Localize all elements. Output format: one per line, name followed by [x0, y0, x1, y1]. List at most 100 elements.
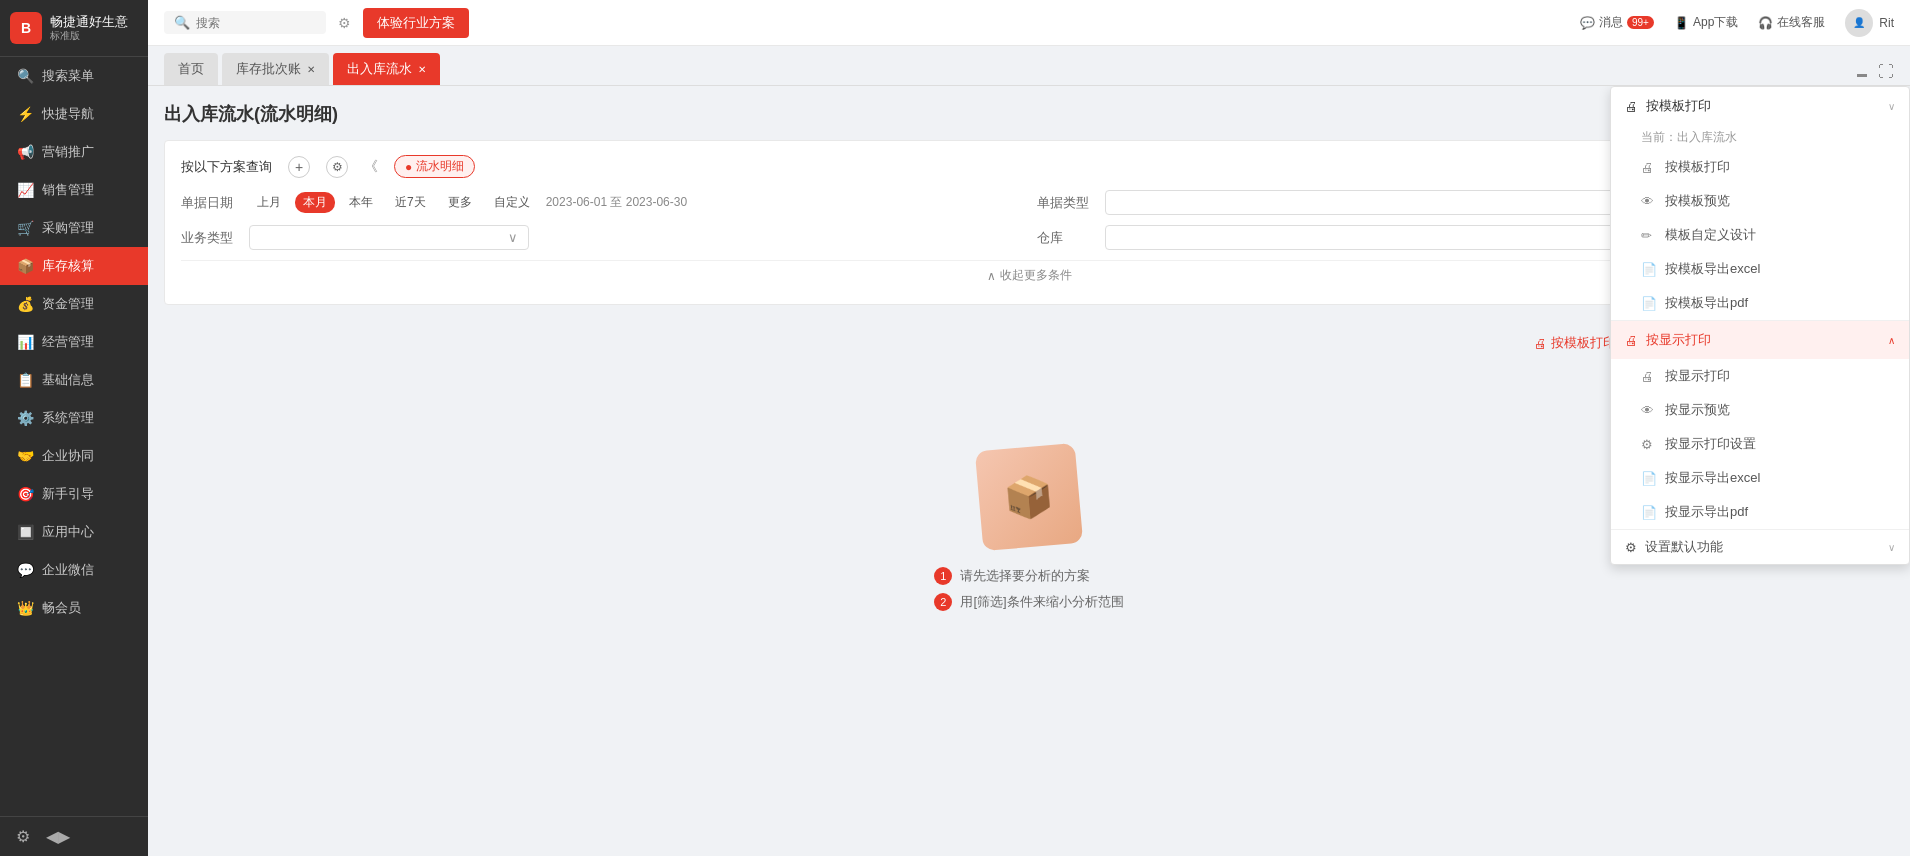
sidebar-item-collab[interactable]: 🤝 企业协同 — [0, 437, 148, 475]
inventory-icon: 📦 — [16, 258, 34, 274]
basic-icon: 📋 — [16, 372, 34, 388]
search-input[interactable] — [196, 16, 316, 30]
display-preview-icon: 👁 — [1641, 403, 1657, 418]
filter-label: 按以下方案查询 — [181, 158, 272, 176]
filter-add-btn[interactable]: + — [288, 156, 310, 178]
message-btn[interactable]: 💬 消息 99+ — [1580, 14, 1654, 31]
sidebar-item-system[interactable]: ⚙️ 系统管理 — [0, 399, 148, 437]
app-download-btn[interactable]: 📱 App下载 — [1674, 14, 1738, 31]
empty-steps: 1 请先选择要分析的方案 2 用[筛选]条件来缩小分析范围 — [934, 567, 1123, 619]
doc-type-label: 单据类型 — [1037, 194, 1097, 212]
close-tab-flow[interactable]: ✕ — [418, 64, 426, 75]
date-btn-custom[interactable]: 自定义 — [486, 192, 538, 213]
date-buttons: 上月 本月 本年 近7天 更多 自定义 — [249, 192, 538, 213]
dropdown-item-template-print[interactable]: 🖨 按模板打印 — [1611, 150, 1909, 184]
date-btn-current-year[interactable]: 本年 — [341, 192, 381, 213]
main-area: 🔍 ⚙ 体验行业方案 💬 消息 99+ 📱 App下载 🎧 在线客服 👤 Rit — [148, 0, 1910, 856]
date-btn-more[interactable]: 更多 — [440, 192, 480, 213]
sidebar-item-purchase[interactable]: 🛒 采购管理 — [0, 209, 148, 247]
excel-item-icon: 📄 — [1641, 262, 1657, 277]
sidebar-item-basic[interactable]: 📋 基础信息 — [0, 361, 148, 399]
topbar-search-box[interactable]: 🔍 — [164, 11, 326, 34]
logo: B 畅捷通好生意 标准版 — [0, 0, 148, 57]
dropdown-item-display-print[interactable]: 🖨 按显示打印 — [1611, 359, 1909, 393]
sidebar-item-member[interactable]: 👑 畅会员 — [0, 589, 148, 627]
template-print-header[interactable]: 🖨 按模板打印 ∨ — [1611, 87, 1909, 125]
step-num-2: 2 — [934, 593, 952, 611]
dropdown-item-template-pdf[interactable]: 📄 按模板导出pdf — [1611, 286, 1909, 320]
dropdown-panel: 🖨 按模板打印 ∨ 当前：出入库流水 🖨 按模板打印 👁 按模板预览 ✏ 模板自… — [1610, 86, 1910, 565]
expand-icon[interactable]: ⛶ — [1878, 63, 1894, 81]
industry-btn[interactable]: 体验行业方案 — [363, 8, 469, 38]
collab-icon: 🤝 — [16, 448, 34, 464]
message-badge: 99+ — [1627, 16, 1654, 29]
display-print-header[interactable]: 🖨 按显示打印 ∧ — [1611, 321, 1909, 359]
display-print-section: 🖨 按显示打印 ∧ 🖨 按显示打印 👁 按显示预览 ⚙ 按显示打印设置 — [1611, 321, 1909, 530]
dropdown-item-display-preview[interactable]: 👁 按显示预览 — [1611, 393, 1909, 427]
display-pdf-icon: 📄 — [1641, 505, 1657, 520]
dropdown-item-template-preview[interactable]: 👁 按模板预览 — [1611, 184, 1909, 218]
date-filter-group: 单据日期 上月 本月 本年 近7天 更多 自定义 2023-06-01 至 20… — [181, 192, 1021, 213]
tab-home[interactable]: 首页 — [164, 53, 218, 85]
template-print-section: 🖨 按模板打印 ∨ 当前：出入库流水 🖨 按模板打印 👁 按模板预览 ✏ 模板自… — [1611, 87, 1909, 321]
display-chevron-up: ∧ — [1888, 335, 1895, 346]
biz-type-select[interactable]: ∨ — [249, 225, 529, 250]
biz-type-filter-group: 业务类型 ∨ — [181, 225, 1021, 250]
set-default-content: ⚙ 设置默认功能 — [1625, 538, 1723, 556]
dropdown-item-display-excel[interactable]: 📄 按显示导出excel — [1611, 461, 1909, 495]
avatar: 👤 — [1845, 9, 1873, 37]
printer-icon: 🖨 — [1534, 336, 1547, 351]
sidebar-collapse-icon[interactable]: ◀▶ — [46, 827, 70, 846]
close-tab-batch[interactable]: ✕ — [307, 64, 315, 75]
sidebar-item-wechat[interactable]: 💬 企业微信 — [0, 551, 148, 589]
current-label: 当前：出入库流水 — [1611, 125, 1909, 150]
empty-step-2: 2 用[筛选]条件来缩小分析范围 — [934, 593, 1123, 611]
template-chevron-down: ∨ — [1888, 101, 1895, 112]
sidebar-item-search[interactable]: 🔍 搜索菜单 — [0, 57, 148, 95]
sidebar-item-guide[interactable]: 🎯 新手引导 — [0, 475, 148, 513]
pdf-item-icon: 📄 — [1641, 296, 1657, 311]
default-chevron-icon: ∨ — [1888, 542, 1895, 553]
sales-icon: 📈 — [16, 182, 34, 198]
sidebar-item-inventory[interactable]: 📦 库存核算 — [0, 247, 148, 285]
search-icon: 🔍 — [174, 15, 190, 30]
filter-settings-btn[interactable]: ⚙ — [326, 156, 348, 178]
date-label: 单据日期 — [181, 194, 241, 212]
gear-icon[interactable]: ⚙ — [338, 15, 351, 31]
dropdown-item-template-excel[interactable]: 📄 按模板导出excel — [1611, 252, 1909, 286]
sidebar-item-finance[interactable]: 💰 资金管理 — [0, 285, 148, 323]
tab-warehouse-flow[interactable]: 出入库流水 ✕ — [333, 53, 440, 85]
user-btn[interactable]: 👤 Rit — [1845, 9, 1894, 37]
date-btn-last-month[interactable]: 上月 — [249, 192, 289, 213]
sidebar-item-operation[interactable]: 📊 经营管理 — [0, 323, 148, 361]
service-btn[interactable]: 🎧 在线客服 — [1758, 14, 1825, 31]
filter-collapse-icon[interactable]: 《 — [364, 158, 378, 176]
empty-icon: 📦 — [975, 443, 1083, 551]
apps-icon: 🔲 — [16, 524, 34, 540]
dropdown-item-display-pdf[interactable]: 📄 按显示导出pdf — [1611, 495, 1909, 529]
logo-text: 畅捷通好生意 标准版 — [50, 14, 128, 42]
topbar: 🔍 ⚙ 体验行业方案 💬 消息 99+ 📱 App下载 🎧 在线客服 👤 Rit — [148, 0, 1910, 46]
chevron-down-icon2: ∨ — [508, 230, 518, 245]
dropdown-item-template-design[interactable]: ✏ 模板自定义设计 — [1611, 218, 1909, 252]
biz-type-label: 业务类型 — [181, 229, 241, 247]
date-btn-current-month[interactable]: 本月 — [295, 192, 335, 213]
sidebar-item-apps[interactable]: 🔲 应用中心 — [0, 513, 148, 551]
sidebar-item-sales[interactable]: 📈 销售管理 — [0, 171, 148, 209]
set-default-section[interactable]: ⚙ 设置默认功能 ∨ — [1611, 530, 1909, 564]
preview-item-icon: 👁 — [1641, 194, 1657, 209]
sidebar-item-quick-nav[interactable]: ⚡ 快捷导航 — [0, 95, 148, 133]
search-icon: 🔍 — [16, 68, 34, 84]
sidebar-settings-icon[interactable]: ⚙ — [16, 827, 30, 846]
dropdown-item-display-settings[interactable]: ⚙ 按显示打印设置 — [1611, 427, 1909, 461]
sidebar-scroll: 🔍 搜索菜单 ⚡ 快捷导航 📢 营销推广 📈 销售管理 🛒 采购管理 📦 库存核… — [0, 57, 148, 816]
tab-batch-account[interactable]: 库存批次账 ✕ — [222, 53, 329, 85]
system-icon: ⚙️ — [16, 410, 34, 426]
sidebar: B 畅捷通好生意 标准版 🔍 搜索菜单 ⚡ 快捷导航 📢 营销推广 📈 销售管理… — [0, 0, 148, 856]
headset-icon: 🎧 — [1758, 16, 1773, 30]
minimize-icon[interactable]: 🗕 — [1854, 63, 1870, 81]
display-print-icon: 🖨 — [1641, 369, 1657, 384]
sidebar-item-marketing[interactable]: 📢 营销推广 — [0, 133, 148, 171]
wechat-icon: 💬 — [16, 562, 34, 578]
date-btn-7days[interactable]: 近7天 — [387, 192, 434, 213]
